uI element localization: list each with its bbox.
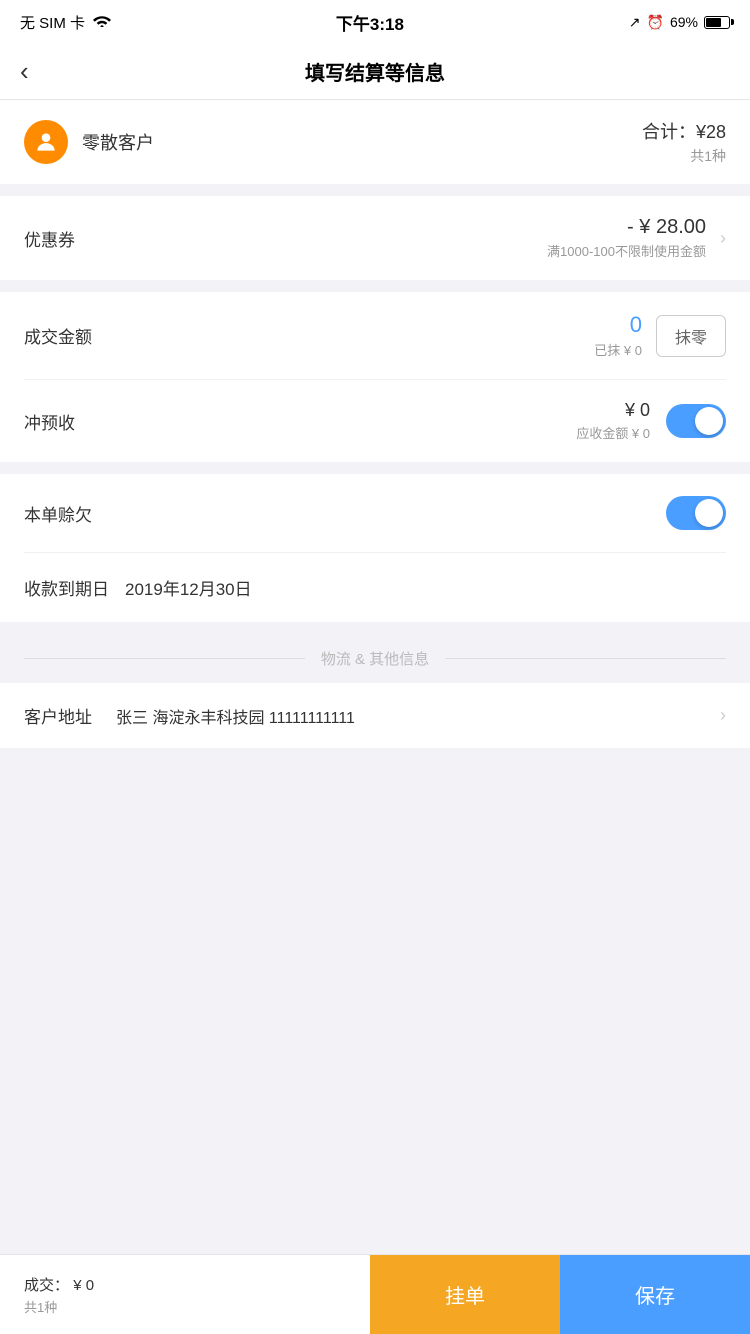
total-count: 共1种 bbox=[642, 146, 726, 166]
customer-total: 合计：¥28 共1种 bbox=[642, 118, 726, 166]
bottom-transaction-value: ¥ 0 bbox=[73, 1277, 94, 1294]
save-button[interactable]: 保存 bbox=[560, 1255, 750, 1334]
transaction-row: 成交金额 0 已抹 ¥ 0 抹零 bbox=[24, 292, 726, 380]
coupon-desc: 满1000-100不限制使用金额 bbox=[547, 241, 706, 260]
due-date-row: 收款到期日 2019年12月30日 bbox=[24, 553, 726, 622]
advance-values: ¥ 0 应收金额 ¥ 0 bbox=[576, 400, 650, 442]
coupon-label: 优惠券 bbox=[24, 226, 75, 251]
alarm-icon: ⏰ bbox=[647, 14, 664, 31]
advance-row: 冲预收 ¥ 0 应收金额 ¥ 0 bbox=[24, 380, 726, 462]
total-amount: 合计：¥28 bbox=[642, 118, 726, 144]
transaction-deducted: 已抹 ¥ 0 bbox=[594, 340, 642, 359]
address-chevron-icon: › bbox=[720, 705, 726, 726]
avatar bbox=[24, 120, 68, 164]
logistics-divider: 物流 & 其他信息 bbox=[0, 634, 750, 683]
transaction-values: 0 已抹 ¥ 0 bbox=[594, 312, 642, 359]
coupon-section: 优惠券 - ¥ 28.00 满1000-100不限制使用金额 › bbox=[0, 196, 750, 280]
transaction-value: 0 bbox=[594, 312, 642, 338]
bottom-transaction: 成交： ¥ 0 bbox=[24, 1274, 346, 1295]
coupon-amount: - ¥ 28.00 bbox=[547, 216, 706, 239]
customer-row: 零散客户 合计：¥28 共1种 bbox=[0, 100, 750, 184]
battery-icon bbox=[704, 16, 730, 29]
chevron-icon: › bbox=[720, 228, 726, 249]
coupon-right: - ¥ 28.00 满1000-100不限制使用金额 › bbox=[547, 216, 726, 260]
main-content: 零散客户 合计：¥28 共1种 优惠券 - ¥ 28.00 满1000-100不… bbox=[0, 100, 750, 860]
advance-amount: ¥ 0 bbox=[576, 400, 650, 421]
address-value: 张三 海淀永丰科技园 11111111111 bbox=[116, 704, 708, 728]
transaction-right: 0 已抹 ¥ 0 抹零 bbox=[594, 312, 726, 359]
no-sim-text: 无 SIM 卡 bbox=[20, 12, 85, 33]
credit-row: 本单赊欠 bbox=[24, 474, 726, 553]
credit-toggle-knob bbox=[695, 499, 723, 527]
wifi-icon bbox=[93, 13, 111, 31]
toggle-knob bbox=[695, 407, 723, 435]
address-row[interactable]: 客户地址 张三 海淀永丰科技园 11111111111 › bbox=[0, 683, 750, 748]
divider-line-right bbox=[445, 658, 726, 659]
transaction-label: 成交金额 bbox=[24, 323, 92, 348]
status-left: 无 SIM 卡 bbox=[20, 12, 111, 33]
transaction-section: 成交金额 0 已抹 ¥ 0 抹零 冲预收 ¥ 0 应收金额 ¥ 0 bbox=[0, 292, 750, 462]
address-label: 客户地址 bbox=[24, 703, 104, 728]
advance-label: 冲预收 bbox=[24, 409, 75, 434]
advance-right: ¥ 0 应收金额 ¥ 0 bbox=[576, 400, 726, 442]
customer-name: 零散客户 bbox=[82, 129, 154, 155]
coupon-values: - ¥ 28.00 满1000-100不限制使用金额 bbox=[547, 216, 706, 260]
bottom-transaction-label: 成交： bbox=[24, 1277, 69, 1294]
logistics-divider-content: 物流 & 其他信息 bbox=[24, 648, 726, 669]
bottom-bar: 成交： ¥ 0 共1种 挂单 保存 bbox=[0, 1254, 750, 1334]
divider-line-left bbox=[24, 658, 305, 659]
advance-receivable: 应收金额 ¥ 0 bbox=[576, 423, 650, 442]
credit-toggle[interactable] bbox=[666, 496, 726, 530]
due-date-value: 2019年12月30日 bbox=[125, 575, 252, 600]
roundoff-button[interactable]: 抹零 bbox=[656, 315, 726, 357]
location-icon: ↗ bbox=[629, 14, 641, 31]
customer-info: 零散客户 bbox=[24, 120, 154, 164]
nav-bar: ‹ 填写结算等信息 bbox=[0, 44, 750, 100]
credit-label: 本单赊欠 bbox=[24, 501, 92, 526]
bottom-info: 成交： ¥ 0 共1种 bbox=[0, 1274, 370, 1316]
hold-button[interactable]: 挂单 bbox=[370, 1255, 560, 1334]
back-button[interactable]: ‹ bbox=[20, 56, 29, 87]
bottom-count: 共1种 bbox=[24, 1297, 346, 1316]
logistics-label: 物流 & 其他信息 bbox=[321, 648, 429, 669]
advance-toggle[interactable] bbox=[666, 404, 726, 438]
coupon-row[interactable]: 优惠券 - ¥ 28.00 满1000-100不限制使用金额 › bbox=[0, 196, 750, 280]
battery-percent: 69% bbox=[670, 14, 698, 30]
status-bar: 无 SIM 卡 下午3:18 ↗ ⏰ 69% bbox=[0, 0, 750, 44]
status-right: ↗ ⏰ 69% bbox=[629, 14, 730, 31]
credit-section: 本单赊欠 收款到期日 2019年12月30日 bbox=[0, 474, 750, 622]
due-date-label: 收款到期日 bbox=[24, 575, 109, 600]
status-time: 下午3:18 bbox=[336, 10, 404, 35]
page-title: 填写结算等信息 bbox=[305, 57, 445, 86]
